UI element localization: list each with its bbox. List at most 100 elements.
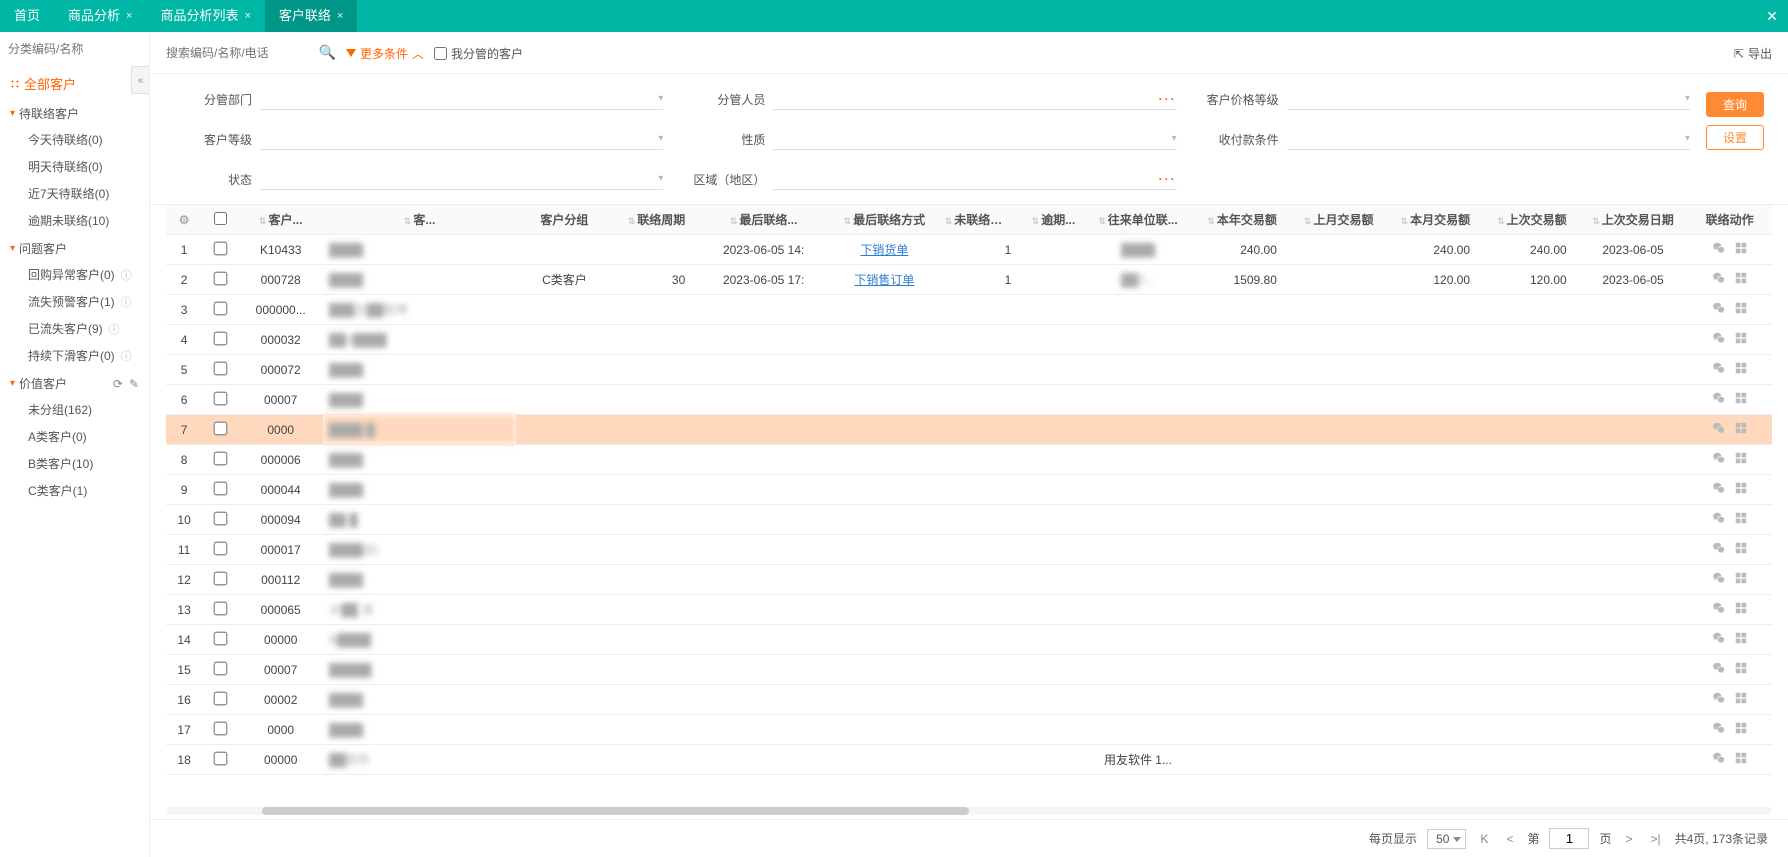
grid-icon[interactable]	[1734, 661, 1748, 678]
filter-分管部门[interactable]: 分管部门▾	[174, 88, 663, 110]
row-checkbox[interactable]	[214, 451, 228, 465]
wechat-icon[interactable]	[1712, 631, 1726, 648]
row-checkbox[interactable]	[214, 361, 228, 375]
chevron-down-icon[interactable]: ▾	[658, 173, 663, 184]
help-icon[interactable]: ⓘ	[121, 267, 132, 283]
wechat-icon[interactable]	[1712, 271, 1726, 288]
column-contact[interactable]: ⇅往来单位联...	[1084, 205, 1193, 235]
column-cycle[interactable]: ⇅联络周期	[613, 205, 698, 235]
row-checkbox[interactable]	[214, 421, 228, 435]
chevron-down-icon[interactable]: ▾	[1172, 133, 1177, 144]
horizontal-scrollbar[interactable]	[166, 807, 1772, 815]
tree-item[interactable]: 今天待联络(0)	[28, 126, 139, 153]
column-overdue[interactable]: ⇅逾期...	[1023, 205, 1083, 235]
more-icon[interactable]: ···	[1159, 92, 1177, 106]
column-last_month_amt[interactable]: ⇅上月交易额	[1289, 205, 1386, 235]
tree-item[interactable]: C类客户(1)	[28, 477, 139, 504]
tab-商品分析[interactable]: 商品分析×	[54, 0, 146, 32]
grid-icon[interactable]	[1734, 301, 1748, 318]
column-year_amt[interactable]: ⇅本年交易额	[1192, 205, 1289, 235]
filter-客户等级[interactable]: 客户等级▾	[174, 128, 663, 150]
row-checkbox[interactable]	[214, 541, 228, 555]
table-row[interactable]: 12000112████	[166, 565, 1772, 595]
grid-icon[interactable]	[1734, 331, 1748, 348]
help-icon[interactable]: ⓘ	[109, 321, 120, 337]
wechat-icon[interactable]	[1712, 361, 1726, 378]
table-row[interactable]: 1800000██软件用友软件 1...	[166, 745, 1772, 775]
search-icon[interactable]: 🔍	[319, 44, 336, 61]
filter-客户价格等级[interactable]: 客户价格等级▾	[1201, 88, 1690, 110]
first-page-button[interactable]: K	[1476, 832, 1492, 846]
wechat-icon[interactable]	[1712, 571, 1726, 588]
grid-icon[interactable]	[1734, 571, 1748, 588]
table-row[interactable]: 2000728████C类客户302023-06-05 17:下销售订单1██2…	[166, 265, 1772, 295]
table-row[interactable]: 1500007█████	[166, 655, 1772, 685]
sidebar-search-input[interactable]	[8, 38, 150, 60]
main-search-input[interactable]	[166, 42, 336, 65]
grid-icon[interactable]	[1734, 601, 1748, 618]
column-last_way[interactable]: ⇅最后联络方式	[830, 205, 939, 235]
wechat-icon[interactable]	[1712, 721, 1726, 738]
table-row[interactable]: 10000094██ █	[166, 505, 1772, 535]
column-days[interactable]: ⇅未联络天数	[939, 205, 1024, 235]
wechat-icon[interactable]	[1712, 391, 1726, 408]
grid-icon[interactable]	[1734, 451, 1748, 468]
wechat-icon[interactable]	[1712, 241, 1726, 258]
column-this_month_amt[interactable]: ⇅本月交易额	[1385, 205, 1482, 235]
table-row[interactable]: 13000065乡██ 涛	[166, 595, 1772, 625]
tree-item[interactable]: 回购异常客户(0)ⓘ	[28, 261, 139, 288]
wechat-icon[interactable]	[1712, 751, 1726, 768]
table-row[interactable]: 8000006████	[166, 445, 1772, 475]
grid-icon[interactable]	[1734, 691, 1748, 708]
cell-last-way[interactable]: 下销售订单	[830, 265, 939, 295]
filter-收付款条件[interactable]: 收付款条件▾	[1201, 128, 1690, 150]
close-icon[interactable]: ×	[337, 0, 343, 32]
tree-item[interactable]: B类客户(10)	[28, 450, 139, 477]
my-customer-checkbox[interactable]: 我分管的客户	[434, 45, 523, 62]
table-row[interactable]: 170000████	[166, 715, 1772, 745]
filter-性质[interactable]: 性质▾	[687, 128, 1176, 150]
tree-item[interactable]: 持续下滑客户(0)ⓘ	[28, 342, 139, 369]
close-icon[interactable]: ×	[244, 0, 250, 32]
grid-icon[interactable]	[1734, 241, 1748, 258]
grid-icon[interactable]	[1734, 361, 1748, 378]
table-row[interactable]: 70000████ █	[166, 415, 1772, 445]
wechat-icon[interactable]	[1712, 541, 1726, 558]
row-checkbox[interactable]	[214, 331, 228, 345]
help-icon[interactable]: ⓘ	[121, 294, 132, 310]
more-icon[interactable]: ···	[1159, 172, 1177, 186]
tree-item[interactable]: 未分组(162)	[28, 396, 139, 423]
tree-group[interactable]: ▾价值客户⟳ ✎	[10, 369, 139, 396]
page-size-select[interactable]: 50	[1427, 829, 1466, 849]
grid-icon[interactable]	[1734, 421, 1748, 438]
row-checkbox[interactable]	[214, 631, 228, 645]
edit-icon[interactable]: ✎	[129, 377, 139, 391]
close-icon[interactable]: ×	[126, 0, 132, 32]
column-last_time[interactable]: ⇅最后联络...	[697, 205, 830, 235]
tree-item[interactable]: 已流失客户(9)ⓘ	[28, 315, 139, 342]
table-row[interactable]: 1K10433████2023-06-05 14:下销货单1████240.00…	[166, 235, 1772, 265]
help-icon[interactable]: ⓘ	[121, 348, 132, 364]
settings-button[interactable]: 设置	[1706, 125, 1764, 150]
prev-page-button[interactable]: <	[1502, 832, 1517, 846]
tab-首页[interactable]: 首页	[0, 0, 54, 32]
gear-icon[interactable]: ⚙	[179, 213, 190, 227]
row-checkbox[interactable]	[214, 601, 228, 615]
table-row[interactable]: 11000017████店)	[166, 535, 1772, 565]
grid-icon[interactable]	[1734, 721, 1748, 738]
cell-last-way[interactable]: 下销货单	[830, 235, 939, 265]
more-conditions-toggle[interactable]: 更多条件 ︿	[346, 45, 424, 62]
tab-商品分析列表[interactable]: 商品分析列表×	[146, 0, 264, 32]
row-checkbox[interactable]	[214, 691, 228, 705]
wechat-icon[interactable]	[1712, 691, 1726, 708]
sidebar-collapse-button[interactable]: «	[131, 66, 149, 94]
table-row[interactable]: 4000032██2████	[166, 325, 1772, 355]
chevron-down-icon[interactable]: ▾	[658, 93, 663, 104]
export-button[interactable]: ⇱ 导出	[1734, 45, 1772, 62]
tree-item[interactable]: 明天待联络(0)	[28, 153, 139, 180]
close-all-tabs-button[interactable]: ✕	[1756, 0, 1788, 32]
grid-icon[interactable]	[1734, 481, 1748, 498]
filter-区域（地区）[interactable]: 区域（地区）···	[687, 168, 1176, 190]
table-row[interactable]: 1600002████	[166, 685, 1772, 715]
wechat-icon[interactable]	[1712, 451, 1726, 468]
